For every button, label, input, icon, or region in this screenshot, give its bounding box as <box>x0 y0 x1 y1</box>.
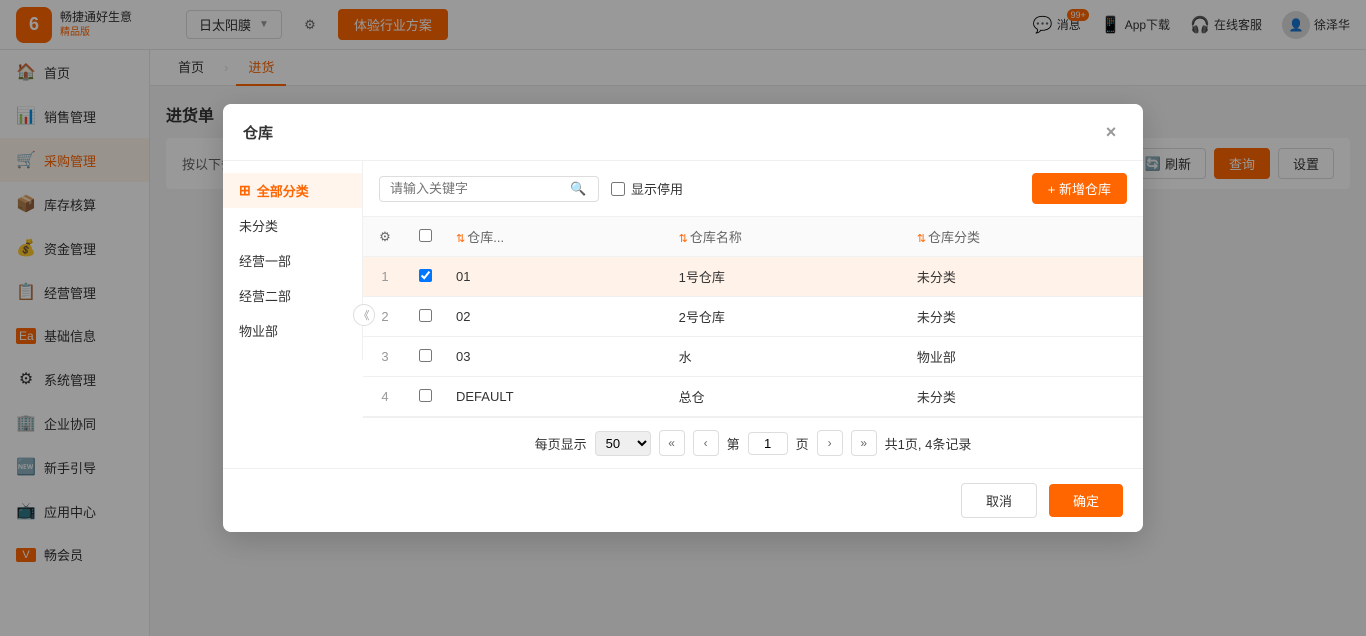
sort-icon-code: ⇅ <box>456 233 465 245</box>
row-code: 01 <box>444 257 667 297</box>
row-name: 总仓 <box>667 377 905 417</box>
row-category: 物业部 <box>905 337 1143 377</box>
row-category: 未分类 <box>905 297 1143 337</box>
dialog-sidebar-property[interactable]: 物业部 <box>223 313 362 348</box>
dialog-sidebar-dept2-label: 经营二部 <box>239 286 291 305</box>
dialog-toolbar: 🔍 显示停用 + 新增仓库 <box>363 161 1143 217</box>
dialog-body: ⊞ 全部分类 未分类 经营一部 经营二部 物业部 <box>223 161 1143 468</box>
table-row: 3 03 水 物业部 <box>363 337 1143 377</box>
prev-page-button[interactable]: ‹ <box>693 430 719 456</box>
row-checkbox[interactable] <box>419 389 432 402</box>
dialog-sidebar-dept1-label: 经营一部 <box>239 251 291 270</box>
row-category: 未分类 <box>905 377 1143 417</box>
row-code: 02 <box>444 297 667 337</box>
dialog-sidebar-wrapper: ⊞ 全部分类 未分类 经营一部 经营二部 物业部 <box>223 161 363 468</box>
row-checkbox-cell[interactable] <box>407 337 444 377</box>
sort-icon-name: ⇅ <box>679 233 688 245</box>
search-box[interactable]: 🔍 <box>379 176 599 202</box>
dialog-title: 仓库 <box>243 122 273 143</box>
sort-icon-category: ⇅ <box>917 233 926 245</box>
confirm-button[interactable]: 确定 <box>1049 484 1123 517</box>
dialog-header: 仓库 × <box>223 104 1143 161</box>
select-all-checkbox[interactable] <box>419 229 432 242</box>
sidebar-collapse-button[interactable]: 《 <box>353 304 375 326</box>
col-code: ⇅仓库... <box>444 217 667 257</box>
row-code: DEFAULT <box>444 377 667 417</box>
row-category: 未分类 <box>905 257 1143 297</box>
per-page-label: 每页显示 <box>535 434 587 453</box>
row-num: 1 <box>363 257 407 297</box>
row-num: 4 <box>363 377 407 417</box>
modal-overlay: 仓库 × ⊞ 全部分类 未分类 经营一部 <box>0 0 1366 636</box>
show-disabled-label[interactable]: 显示停用 <box>611 179 683 198</box>
page-label: 第 <box>727 434 740 453</box>
row-num: 3 <box>363 337 407 377</box>
dialog-close-button[interactable]: × <box>1099 120 1123 144</box>
warehouse-dialog: 仓库 × ⊞ 全部分类 未分类 经营一部 <box>223 104 1143 532</box>
warehouse-table-wrapper: ⚙ ⇅仓库... ⇅仓库名称 ⇅仓库分类 1 01 1号仓库 未分类 2 <box>363 217 1143 417</box>
row-name: 2号仓库 <box>667 297 905 337</box>
row-checkbox[interactable] <box>419 269 432 282</box>
pagination-bar: 每页显示 50 10 20 100 « ‹ 第 页 › » 共1页, 4条记录 <box>363 417 1143 468</box>
dialog-sidebar-all[interactable]: ⊞ 全部分类 <box>223 173 362 208</box>
col-category: ⇅仓库分类 <box>905 217 1143 257</box>
row-checkbox[interactable] <box>419 309 432 322</box>
search-input[interactable] <box>390 181 570 196</box>
row-name: 1号仓库 <box>667 257 905 297</box>
add-warehouse-button[interactable]: + 新增仓库 <box>1032 173 1127 204</box>
row-code: 03 <box>444 337 667 377</box>
row-checkbox-cell[interactable] <box>407 297 444 337</box>
show-disabled-checkbox[interactable] <box>611 182 625 196</box>
col-settings: ⚙ <box>363 217 407 257</box>
table-row: 4 DEFAULT 总仓 未分类 <box>363 377 1143 417</box>
row-checkbox[interactable] <box>419 349 432 362</box>
dialog-main: 🔍 显示停用 + 新增仓库 ⚙ <box>363 161 1143 468</box>
row-checkbox-cell[interactable] <box>407 377 444 417</box>
row-name: 水 <box>667 337 905 377</box>
dialog-sidebar-all-label: 全部分类 <box>257 181 309 200</box>
per-page-select[interactable]: 50 10 20 100 <box>595 431 651 456</box>
dialog-sidebar-property-label: 物业部 <box>239 321 278 340</box>
dialog-sidebar-dept1[interactable]: 经营一部 <box>223 243 362 278</box>
last-page-button[interactable]: » <box>851 430 877 456</box>
page-number-input[interactable] <box>748 432 788 455</box>
col-checkbox <box>407 217 444 257</box>
row-checkbox-cell[interactable] <box>407 257 444 297</box>
next-page-button[interactable]: › <box>817 430 843 456</box>
dialog-sidebar-dept2[interactable]: 经营二部 <box>223 278 362 313</box>
dialog-sidebar-uncat-label: 未分类 <box>239 216 278 235</box>
table-header-row: ⚙ ⇅仓库... ⇅仓库名称 ⇅仓库分类 <box>363 217 1143 257</box>
dialog-sidebar-uncat[interactable]: 未分类 <box>223 208 362 243</box>
page-unit-label: 页 <box>796 434 809 453</box>
search-icon: 🔍 <box>570 181 586 197</box>
cancel-button[interactable]: 取消 <box>961 483 1037 518</box>
table-row: 1 01 1号仓库 未分类 <box>363 257 1143 297</box>
warehouse-table: ⚙ ⇅仓库... ⇅仓库名称 ⇅仓库分类 1 01 1号仓库 未分类 2 <box>363 217 1143 417</box>
col-name: ⇅仓库名称 <box>667 217 905 257</box>
table-row: 2 02 2号仓库 未分类 <box>363 297 1143 337</box>
dialog-action-footer: 取消 确定 <box>223 468 1143 532</box>
grid-icon: ⊞ <box>239 182 251 199</box>
total-label: 共1页, 4条记录 <box>885 434 972 453</box>
dialog-sidebar: ⊞ 全部分类 未分类 经营一部 经营二部 物业部 <box>223 161 363 360</box>
first-page-button[interactable]: « <box>659 430 685 456</box>
